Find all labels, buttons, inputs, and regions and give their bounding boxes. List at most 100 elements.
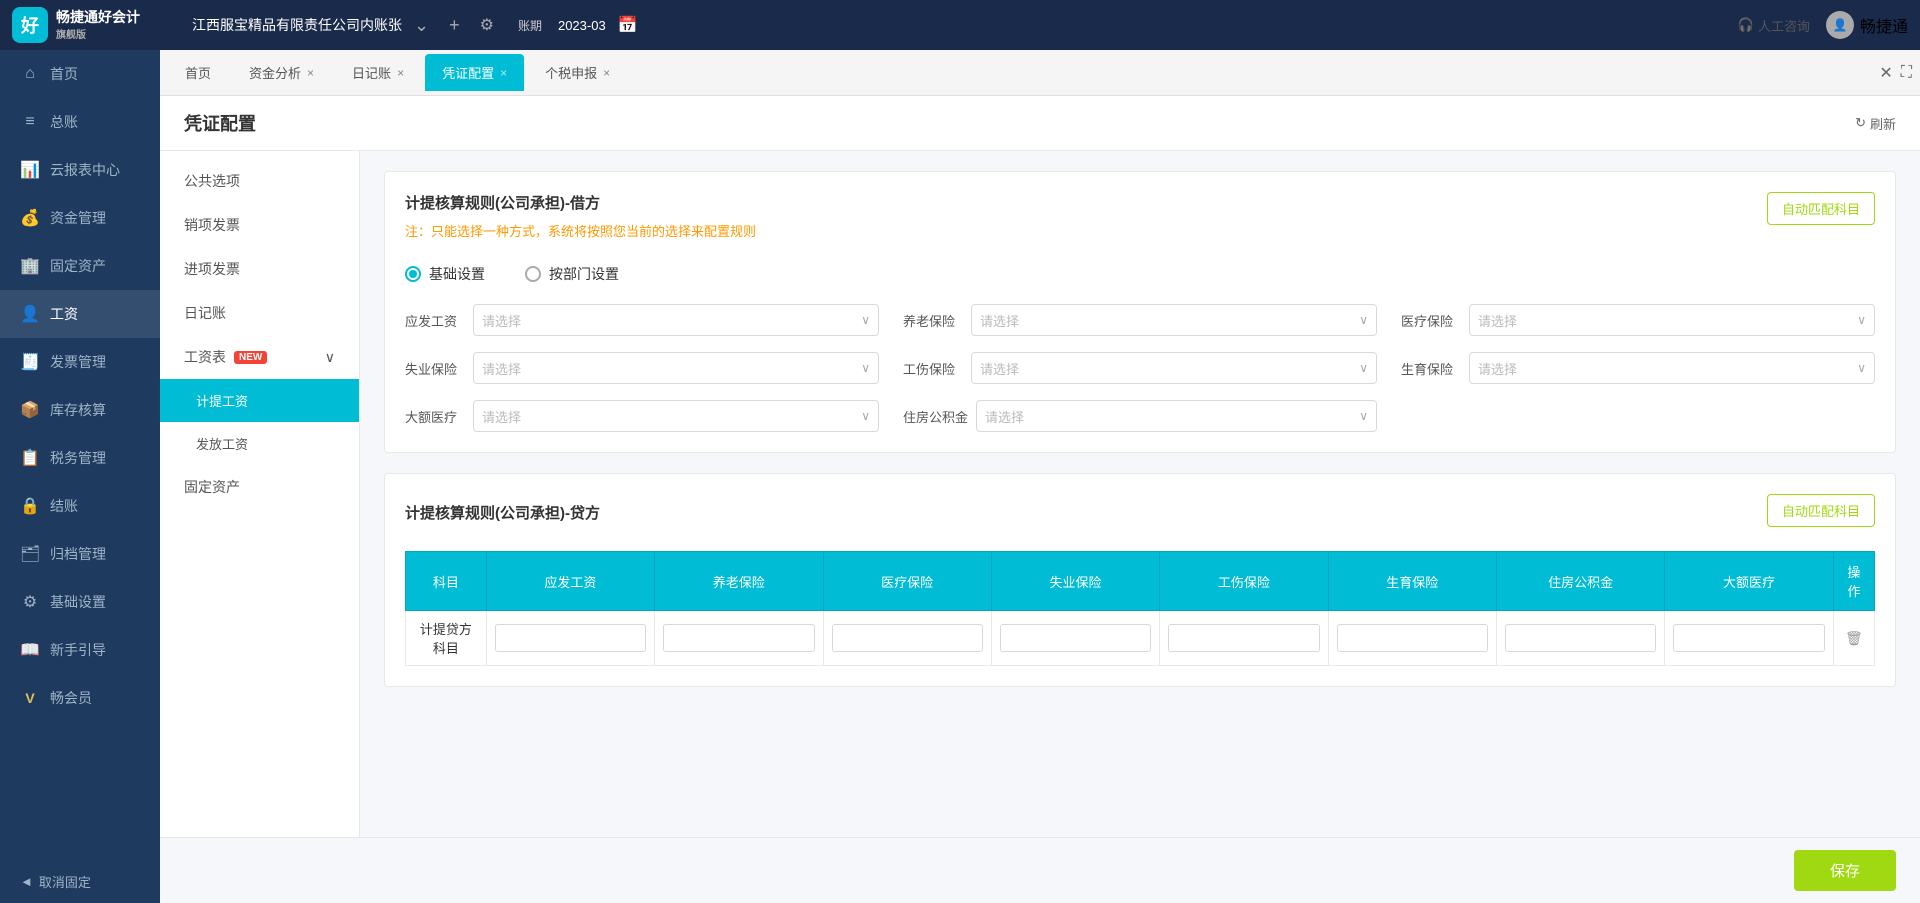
- input-big-medical[interactable]: [1673, 624, 1824, 652]
- radio-group: 基础设置 按部门设置: [405, 264, 1875, 284]
- refresh-button[interactable]: ↻ 刷新: [1855, 114, 1896, 133]
- cell-housing[interactable]: [1497, 611, 1665, 666]
- radio-dept[interactable]: 按部门设置: [525, 264, 619, 284]
- tab-close-icon[interactable]: ×: [603, 66, 610, 80]
- select-shengyu[interactable]: 请选择 ∨: [1469, 352, 1875, 384]
- credit-auto-match-button[interactable]: 自动匹配科目: [1767, 494, 1875, 527]
- user-area[interactable]: 👤 畅捷通: [1826, 11, 1908, 39]
- save-button[interactable]: 保存: [1794, 850, 1896, 891]
- page-header: 凭证配置 ↻ 刷新: [160, 96, 1920, 151]
- sidebar-item-invoice[interactable]: 🧾 发票管理: [0, 338, 160, 386]
- chevron-icon: ∨: [1857, 361, 1866, 375]
- select-gongshang[interactable]: 请选择 ∨: [971, 352, 1377, 384]
- input-unemployment[interactable]: [1000, 624, 1151, 652]
- cell-big-medical[interactable]: [1665, 611, 1833, 666]
- cell-unemployment[interactable]: [991, 611, 1159, 666]
- select-daeliang[interactable]: 请选择 ∨: [473, 400, 879, 432]
- left-menu-item-public[interactable]: 公共选项: [160, 159, 359, 203]
- sidebar-item-funds[interactable]: 💰 资金管理: [0, 194, 160, 242]
- tab-home[interactable]: 首页: [168, 54, 228, 91]
- support-button[interactable]: 🎧 人工咨询: [1738, 16, 1810, 35]
- invoice-icon: 🧾: [20, 352, 40, 372]
- sidebar-item-home[interactable]: ⌂ 首页: [0, 50, 160, 98]
- sidebar-item-label: 固定资产: [50, 256, 106, 276]
- select-yanglao[interactable]: 请选择 ∨: [971, 304, 1377, 336]
- guide-icon: 📖: [20, 640, 40, 660]
- input-injury[interactable]: [1168, 624, 1319, 652]
- home-icon: ⌂: [20, 65, 40, 83]
- sidebar-item-member[interactable]: V 畅会员: [0, 674, 160, 722]
- settings-icon[interactable]: ⚙: [480, 15, 494, 35]
- cell-medical[interactable]: [823, 611, 991, 666]
- sidebar-item-salary[interactable]: 👤 工资: [0, 290, 160, 338]
- input-housing[interactable]: [1505, 624, 1656, 652]
- input-medical[interactable]: [832, 624, 983, 652]
- select-zhufang[interactable]: 请选择 ∨: [976, 400, 1377, 432]
- add-icon[interactable]: +: [449, 15, 460, 36]
- left-menu-item-accrual[interactable]: 计提工资: [160, 379, 359, 422]
- maximize-icon[interactable]: ⛶: [1901, 64, 1912, 82]
- cell-action[interactable]: 🗑: [1833, 611, 1874, 666]
- logo-area[interactable]: 好 畅捷通好会计 旗舰版: [12, 7, 172, 43]
- select-shiye[interactable]: 请选择 ∨: [473, 352, 879, 384]
- left-menu-item-journal[interactable]: 日记账: [160, 291, 359, 335]
- select-yiliao[interactable]: 请选择 ∨: [1469, 304, 1875, 336]
- sidebar-item-label: 畅会员: [50, 688, 92, 708]
- input-pension[interactable]: [663, 624, 814, 652]
- table-row: 计提贷方科目 🗑: [406, 611, 1875, 666]
- sidebar-item-label: 首页: [50, 64, 78, 84]
- unpin-button[interactable]: ◄ 取消固定: [0, 860, 160, 903]
- sidebar-item-closing[interactable]: 🔒 结账: [0, 482, 160, 530]
- debit-section-title: 计提核算规则(公司承担)-借方: [405, 192, 756, 213]
- sidebar-item-general[interactable]: ≡ 总账: [0, 98, 160, 146]
- tab-close-icon[interactable]: ×: [307, 66, 314, 80]
- debit-auto-match-button[interactable]: 自动匹配科目: [1767, 192, 1875, 225]
- tab-tax-filing[interactable]: 个税申报 ×: [528, 54, 627, 91]
- left-menu-item-purchase-invoice[interactable]: 进项发票: [160, 247, 359, 291]
- sidebar-item-reports[interactable]: 📊 云报表中心: [0, 146, 160, 194]
- save-btn-container: 保存: [160, 837, 1920, 903]
- col-header-housing: 住房公积金: [1497, 552, 1665, 611]
- row-label: 计提贷方科目: [406, 611, 487, 666]
- sidebar: ⌂ 首页 ≡ 总账 📊 云报表中心 💰 资金管理 🏢 固定资产 👤 工资 🧾 发…: [0, 50, 160, 903]
- member-icon: V: [20, 690, 40, 706]
- chevron-icon: ∨: [1359, 361, 1368, 375]
- left-menu: 公共选项 销项发票 进项发票 日记账 工资表 NEW ∨ 计提工资: [160, 151, 360, 837]
- delete-icon[interactable]: 🗑: [1845, 630, 1863, 646]
- radio-basic[interactable]: 基础设置: [405, 264, 485, 284]
- cell-pension[interactable]: [655, 611, 823, 666]
- field-shiye-baoxian: 失业保险 请选择 ∨: [405, 352, 879, 384]
- cell-injury[interactable]: [1160, 611, 1328, 666]
- calendar-icon[interactable]: 📅: [618, 15, 638, 35]
- tab-voucher-config[interactable]: 凭证配置 ×: [425, 54, 524, 91]
- cell-salary[interactable]: [486, 611, 654, 666]
- left-menu-item-payout[interactable]: 发放工资: [160, 422, 359, 465]
- col-header-big-medical: 大额医疗: [1665, 552, 1833, 611]
- period-value[interactable]: 2023-03: [558, 18, 606, 33]
- sidebar-item-archive[interactable]: 🗂 归档管理: [0, 530, 160, 578]
- sidebar-item-tax[interactable]: 📋 税务管理: [0, 434, 160, 482]
- close-window-icon[interactable]: ✕: [1879, 63, 1892, 83]
- credit-section-title: 计提核算规则(公司承担)-贷方: [405, 502, 600, 523]
- tab-close-icon[interactable]: ×: [397, 66, 404, 80]
- tab-close-icon[interactable]: ×: [500, 66, 507, 80]
- sidebar-item-guide[interactable]: 📖 新手引导: [0, 626, 160, 674]
- sidebar-item-settings[interactable]: ⚙ 基础设置: [0, 578, 160, 626]
- input-maternity[interactable]: [1337, 624, 1488, 652]
- company-name[interactable]: 江西服宝精品有限责任公司内账张: [192, 15, 402, 35]
- sidebar-item-label: 税务管理: [50, 448, 106, 468]
- sidebar-item-label: 发票管理: [50, 352, 106, 372]
- left-menu-item-sales-invoice[interactable]: 销项发票: [160, 203, 359, 247]
- left-menu-item-salary-table[interactable]: 工资表 NEW ∨: [160, 335, 359, 379]
- cell-maternity[interactable]: [1328, 611, 1496, 666]
- left-menu-item-fixed-assets[interactable]: 固定资产: [160, 465, 359, 509]
- select-yingfa[interactable]: 请选择 ∨: [473, 304, 879, 336]
- sidebar-item-assets[interactable]: 🏢 固定资产: [0, 242, 160, 290]
- dropdown-arrow[interactable]: ⌄: [414, 15, 429, 36]
- input-salary[interactable]: [495, 624, 646, 652]
- app-version: 旗舰版: [56, 26, 140, 41]
- sidebar-item-label: 资金管理: [50, 208, 106, 228]
- tab-funds-analysis[interactable]: 资金分析 ×: [232, 54, 331, 91]
- sidebar-item-inventory[interactable]: 📦 库存核算: [0, 386, 160, 434]
- tab-journal[interactable]: 日记账 ×: [335, 54, 421, 91]
